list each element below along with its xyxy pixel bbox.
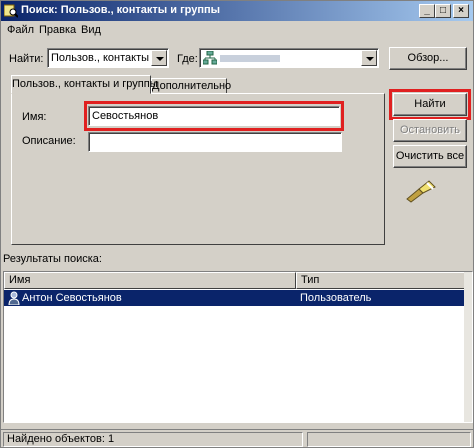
find-label: Найти: (9, 53, 44, 65)
menu-file[interactable]: Файл (7, 24, 34, 36)
results-list[interactable]: Имя Тип Антон Севостьянов Пользователь (3, 271, 473, 423)
menu-bar: Файл Правка Вид (1, 21, 473, 39)
where-label: Где: (177, 53, 198, 65)
table-row[interactable]: Антон Севостьянов Пользователь (4, 290, 466, 306)
column-header-name[interactable]: Имя (4, 272, 296, 289)
stop-button[interactable]: Остановить (393, 119, 467, 142)
user-icon (8, 291, 20, 305)
chevron-down-icon[interactable] (361, 50, 377, 66)
search-window: Поиск: Пользов., контакты и группы _ □ ×… (0, 0, 474, 448)
menu-view[interactable]: Вид (81, 24, 101, 36)
name-field-highlight (84, 101, 344, 131)
tab-panel: Имя: Севостьянов Описание: (11, 93, 385, 245)
status-panel (307, 432, 471, 447)
where-combo[interactable] (199, 48, 379, 68)
description-field[interactable] (88, 132, 342, 152)
tab-advanced[interactable]: Дополнительно (151, 78, 231, 94)
description-label: Описание: (22, 135, 76, 147)
find-type-combo[interactable]: Пользов., контакты и гр (47, 48, 169, 68)
maximize-button[interactable]: □ (435, 4, 451, 18)
vertical-scrollbar[interactable] (464, 272, 472, 422)
chevron-down-icon[interactable] (151, 50, 167, 66)
column-header-type[interactable]: Тип (296, 272, 466, 289)
search-window-icon (4, 4, 18, 18)
where-value-blurred (220, 55, 280, 62)
find-type-value: Пользов., контакты и гр (51, 52, 151, 64)
window-title: Поиск: Пользов., контакты и группы (21, 4, 221, 16)
title-bar[interactable]: Поиск: Пользов., контакты и группы _ □ × (1, 1, 473, 21)
result-type: Пользователь (300, 292, 372, 304)
menu-edit[interactable]: Правка (39, 24, 76, 36)
domain-tree-icon (203, 51, 217, 65)
result-name: Антон Севостьянов (22, 292, 122, 304)
magnifier-flashlight-icon (406, 180, 436, 203)
clear-all-button[interactable]: Очистить все (393, 145, 467, 168)
minimize-button[interactable]: _ (419, 4, 435, 18)
results-label: Результаты поиска: (3, 253, 102, 265)
name-label: Имя: (22, 111, 47, 123)
find-now-highlight (389, 89, 471, 120)
status-bar: Найдено объектов: 1 (1, 429, 473, 447)
status-text: Найдено объектов: 1 (3, 432, 303, 447)
browse-button[interactable]: Обзор... (389, 47, 467, 70)
close-button[interactable]: × (453, 4, 469, 18)
tab-users-contacts-groups[interactable]: Пользов., контакты и группы (11, 75, 158, 94)
